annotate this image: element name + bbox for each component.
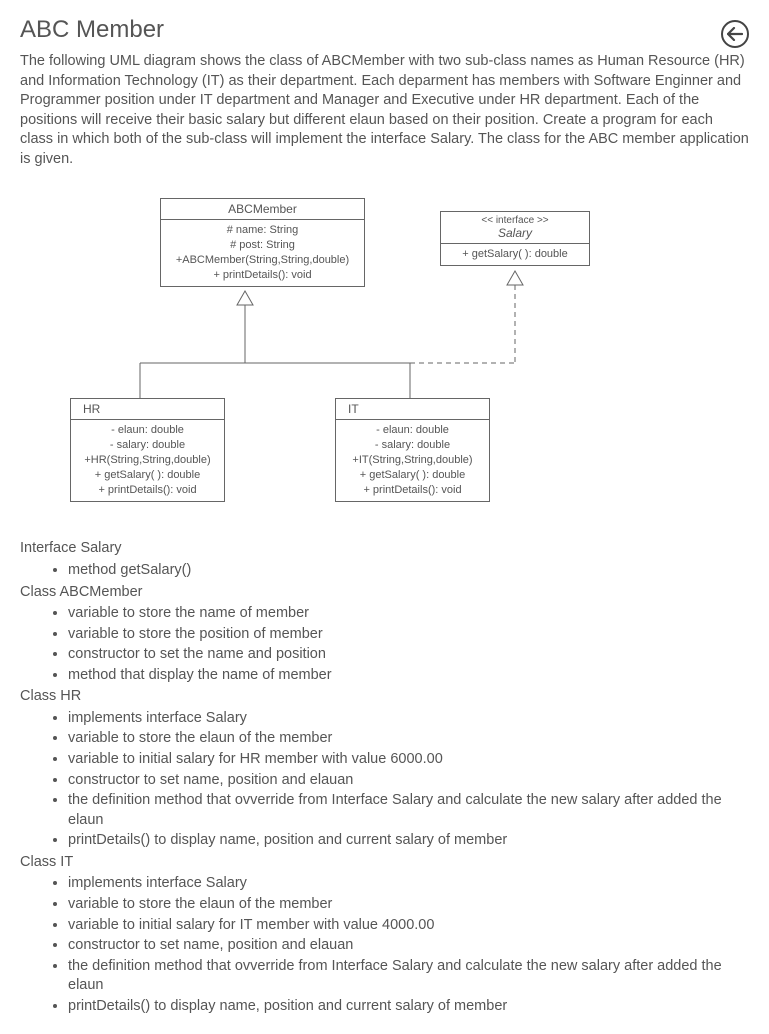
- list-item: method getSalary(): [68, 561, 749, 581]
- uml-class-it: IT - elaun: double - salary: double +IT(…: [335, 398, 490, 501]
- list-item: constructor to set name, position and el…: [68, 936, 749, 956]
- uml-class-members: - elaun: double - salary: double +IT(Str…: [336, 420, 489, 500]
- list-item: printDetails() to display name, position…: [68, 831, 749, 851]
- desc-list-hr: implements interface Salaryvariable to s…: [20, 709, 749, 851]
- uml-class-members: # name: String # post: String +ABCMember…: [161, 220, 364, 285]
- list-item: printDetails() to display name, position…: [68, 997, 749, 1017]
- uml-class-name: ABCMember: [161, 199, 364, 220]
- page-title: ABC Member: [20, 16, 164, 44]
- list-item: variable to initial salary for IT member…: [68, 916, 749, 936]
- list-item: the definition method that ovverride fro…: [68, 957, 749, 996]
- uml-interface-salary: << interface >> Salary + getSalary( ): d…: [440, 211, 590, 266]
- desc-heading-hr: Class HR: [20, 687, 749, 707]
- list-item: constructor to set the name and position: [68, 645, 749, 665]
- list-item: variable to store the elaun of the membe…: [68, 895, 749, 915]
- uml-interface-ops: + getSalary( ): double: [441, 244, 589, 265]
- list-item: the definition method that ovverride fro…: [68, 791, 749, 830]
- uml-class-name: IT: [336, 399, 489, 420]
- list-item: implements interface Salary: [68, 709, 749, 729]
- list-item: variable to store the elaun of the membe…: [68, 729, 749, 749]
- list-item: variable to initial salary for HR member…: [68, 750, 749, 770]
- uml-class-hr: HR - elaun: double - salary: double +HR(…: [70, 398, 225, 501]
- desc-list-salary: method getSalary(): [20, 561, 749, 581]
- list-item: method that display the name of member: [68, 666, 749, 686]
- uml-interface-name: << interface >> Salary: [441, 212, 589, 244]
- uml-class-abcmember: ABCMember # name: String # post: String …: [160, 198, 365, 286]
- uml-diagram: ABCMember # name: String # post: String …: [70, 193, 690, 523]
- desc-heading-abcmember: Class ABCMember: [20, 583, 749, 603]
- uml-class-name: HR: [71, 399, 224, 420]
- uml-class-members: - elaun: double - salary: double +HR(Str…: [71, 420, 224, 500]
- list-item: variable to store the position of member: [68, 625, 749, 645]
- back-arrow-icon[interactable]: [721, 20, 749, 48]
- intro-paragraph: The following UML diagram shows the clas…: [20, 52, 749, 169]
- desc-heading-salary: Interface Salary: [20, 539, 749, 559]
- description-block: Interface Salary method getSalary() Clas…: [20, 539, 749, 1016]
- desc-list-it: implements interface Salaryvariable to s…: [20, 874, 749, 1016]
- desc-heading-it: Class IT: [20, 853, 749, 873]
- list-item: variable to store the name of member: [68, 604, 749, 624]
- list-item: constructor to set name, position and el…: [68, 771, 749, 791]
- desc-list-abcmember: variable to store the name of membervari…: [20, 604, 749, 685]
- list-item: implements interface Salary: [68, 874, 749, 894]
